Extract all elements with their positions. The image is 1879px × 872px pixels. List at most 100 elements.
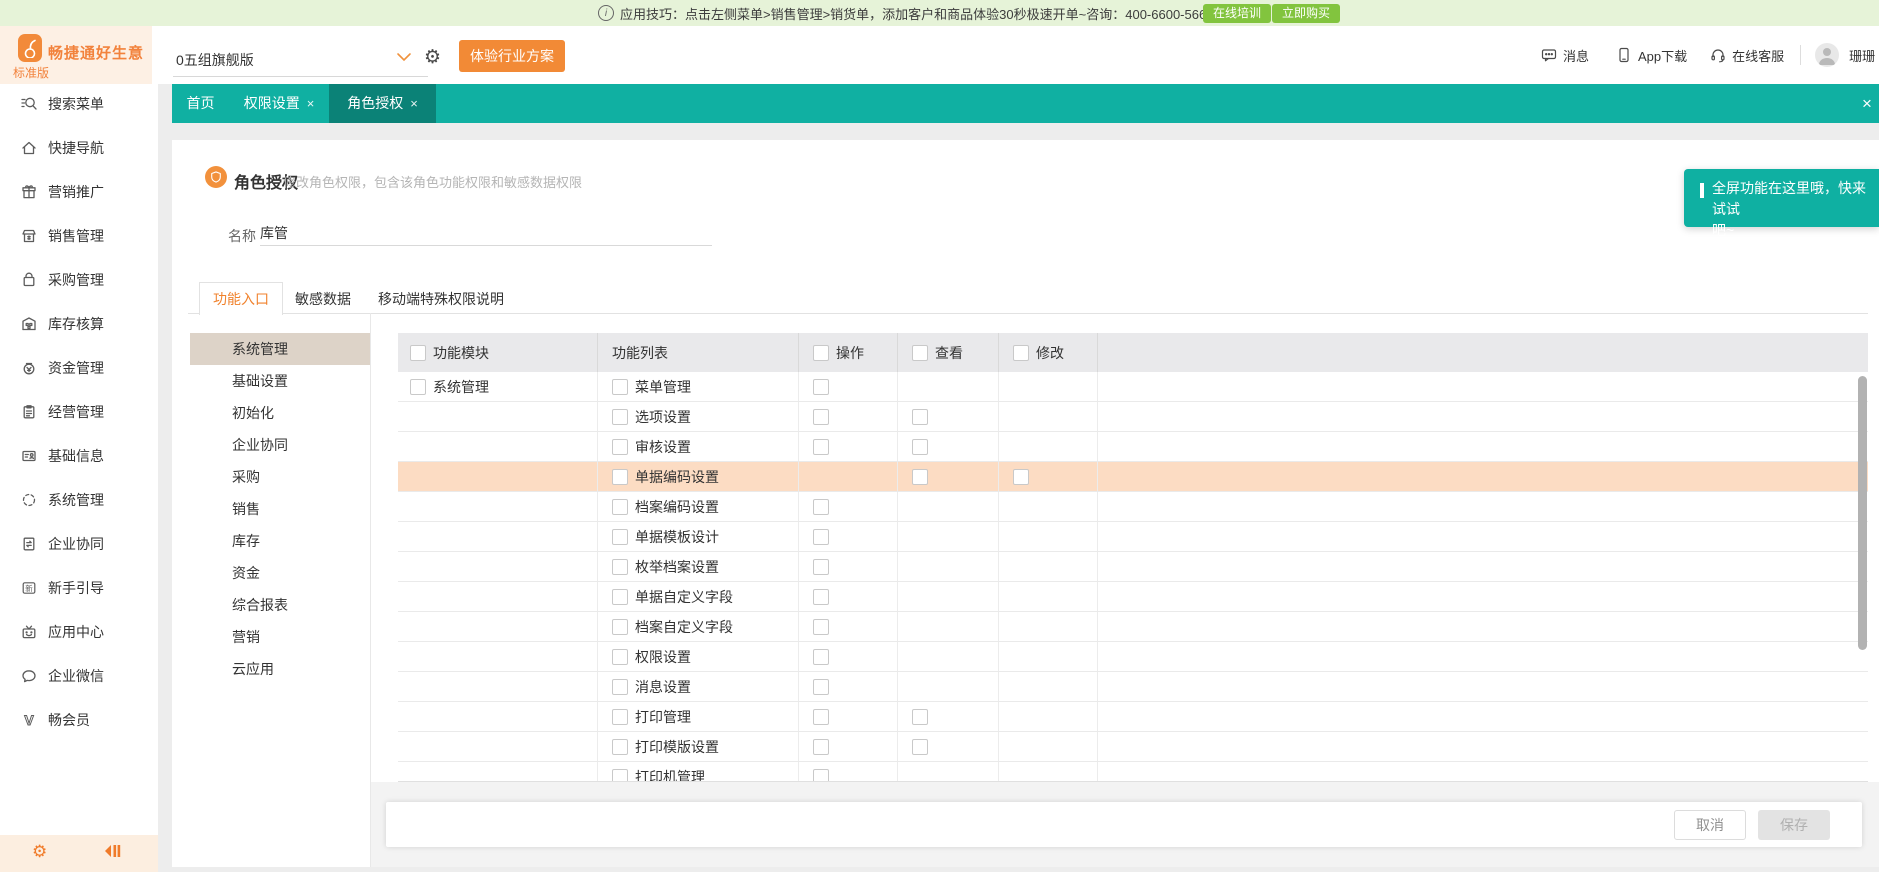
sidebar-item-label: 销售管理: [48, 228, 104, 244]
operate-checkbox[interactable]: [813, 408, 829, 425]
sidebar-item-label: 库存核算: [48, 316, 104, 332]
feature-checkbox[interactable]: [612, 768, 628, 781]
select-all-operate-checkbox[interactable]: [813, 344, 829, 361]
online-service-link[interactable]: 在线客服: [1709, 46, 1784, 65]
sidebar-item-purchase[interactable]: 采购管理: [0, 258, 158, 302]
role-shield-icon: [205, 166, 227, 188]
tab-home[interactable]: 首页: [172, 84, 229, 123]
operate-checkbox[interactable]: [813, 678, 829, 695]
view-checkbox[interactable]: [912, 408, 928, 425]
tab-sensitive-data[interactable]: 敏感数据: [295, 289, 351, 309]
operate-checkbox[interactable]: [813, 558, 829, 575]
user-menu[interactable]: 珊珊: [1815, 43, 1875, 67]
chevron-down-icon[interactable]: [396, 52, 412, 62]
tv-icon: [22, 625, 36, 639]
select-all-edit-checkbox[interactable]: [1013, 344, 1029, 361]
module-item-cloud-apps[interactable]: 云应用: [190, 653, 370, 685]
operate-checkbox[interactable]: [813, 738, 829, 755]
settings-gear-icon[interactable]: ⚙: [424, 47, 441, 69]
view-checkbox[interactable]: [912, 468, 928, 485]
view-checkbox[interactable]: [912, 708, 928, 725]
module-item-reports[interactable]: 综合报表: [190, 589, 370, 621]
app-download-link[interactable]: App下载: [1615, 46, 1687, 65]
feature-checkbox[interactable]: [612, 468, 628, 485]
industry-solution-button[interactable]: 体验行业方案: [459, 40, 565, 72]
operate-checkbox[interactable]: [813, 648, 829, 665]
save-button[interactable]: 保存: [1758, 809, 1830, 840]
feature-checkbox[interactable]: [612, 498, 628, 515]
messages-link[interactable]: 消息: [1540, 46, 1589, 65]
table-scrollbar-thumb[interactable]: [1858, 376, 1867, 650]
module-item-purchase[interactable]: 采购: [190, 461, 370, 493]
role-name-input[interactable]: [260, 220, 712, 246]
module-item-sales[interactable]: 销售: [190, 493, 370, 525]
tab-role-authorization[interactable]: 角色授权 ×: [329, 84, 436, 123]
sidebar-item-marketing[interactable]: 营销推广: [0, 170, 158, 214]
tab-close-icon[interactable]: ×: [410, 84, 418, 123]
tab-function-entry[interactable]: 功能入口: [199, 282, 283, 315]
feature-checkbox[interactable]: [612, 378, 628, 395]
sidebar-item-search-menu[interactable]: 搜索菜单: [0, 82, 158, 126]
feature-checkbox[interactable]: [612, 438, 628, 455]
buy-now-button[interactable]: 立即购买: [1272, 4, 1341, 23]
tab-permission-settings[interactable]: 权限设置 ×: [229, 84, 329, 123]
operate-checkbox[interactable]: [813, 498, 829, 515]
operate-checkbox[interactable]: [813, 618, 829, 635]
module-item-system[interactable]: 系统管理: [190, 333, 370, 365]
operate-checkbox[interactable]: [813, 378, 829, 395]
module-item-basic-settings[interactable]: 基础设置: [190, 365, 370, 397]
action-bar: 取消 保存: [386, 802, 1862, 847]
feature-label: 单据模板设计: [635, 528, 719, 545]
sidebar-item-base-info[interactable]: 基础信息: [0, 434, 158, 478]
feature-checkbox[interactable]: [612, 558, 628, 575]
feature-checkbox[interactable]: [612, 738, 628, 755]
feature-checkbox[interactable]: [612, 528, 628, 545]
feature-checkbox[interactable]: [612, 648, 628, 665]
home-icon: [22, 141, 36, 155]
tab-mobile-permission-note[interactable]: 移动端特殊权限说明: [378, 289, 504, 309]
module-checkbox[interactable]: [410, 378, 426, 395]
org-selector[interactable]: 0五组旗舰版: [176, 50, 254, 70]
close-icon[interactable]: ×: [1855, 84, 1879, 123]
module-item-initialization[interactable]: 初始化: [190, 397, 370, 429]
feature-checkbox[interactable]: [612, 708, 628, 725]
operate-checkbox[interactable]: [813, 768, 829, 781]
sidebar-item-operation[interactable]: 经营管理: [0, 390, 158, 434]
operate-checkbox[interactable]: [813, 588, 829, 605]
sidebar-item-app-center[interactable]: 应用中心: [0, 610, 158, 654]
cancel-button[interactable]: 取消: [1674, 809, 1746, 840]
operate-checkbox[interactable]: [813, 708, 829, 725]
sidebar-item-inventory[interactable]: 库存核算: [0, 302, 158, 346]
sidebar-item-system[interactable]: 系统管理: [0, 478, 158, 522]
module-item-funds[interactable]: 资金: [190, 557, 370, 589]
tab-close-icon[interactable]: ×: [307, 84, 315, 123]
sidebar-item-sales[interactable]: 销售管理: [0, 214, 158, 258]
collapse-sidebar-icon[interactable]: [104, 844, 121, 858]
view-checkbox[interactable]: [912, 438, 928, 455]
online-training-button[interactable]: 在线培训: [1203, 4, 1272, 23]
module-item-inventory[interactable]: 库存: [190, 525, 370, 557]
module-item-collaboration[interactable]: 企业协同: [190, 429, 370, 461]
settings-gear-icon[interactable]: ⚙: [32, 842, 47, 862]
usage-tip: i 应用技巧：点击左侧菜单>销售管理>销货单，添加客户和商品体验30秒极速开单~…: [598, 0, 1206, 26]
sidebar-item-collaboration[interactable]: 企业协同: [0, 522, 158, 566]
module-item-marketing[interactable]: 营销: [190, 621, 370, 653]
sidebar-item-funds[interactable]: 资金管理: [0, 346, 158, 390]
edit-checkbox[interactable]: [1013, 468, 1029, 485]
feature-label: 消息设置: [635, 678, 691, 695]
sidebar-item-member[interactable]: 畅会员: [0, 698, 158, 742]
sidebar-item-quick-nav[interactable]: 快捷导航: [0, 126, 158, 170]
select-all-module-checkbox[interactable]: [410, 344, 426, 361]
clipboard-icon: [23, 405, 35, 419]
sidebar-item-label: 搜索菜单: [48, 96, 104, 112]
feature-checkbox[interactable]: [612, 588, 628, 605]
sidebar-item-wechat-work[interactable]: 企业微信: [0, 654, 158, 698]
operate-checkbox[interactable]: [813, 438, 829, 455]
select-all-view-checkbox[interactable]: [912, 344, 928, 361]
feature-checkbox[interactable]: [612, 678, 628, 695]
feature-checkbox[interactable]: [612, 618, 628, 635]
operate-checkbox[interactable]: [813, 528, 829, 545]
sidebar-item-beginner-guide[interactable]: 新手引导: [0, 566, 158, 610]
feature-checkbox[interactable]: [612, 408, 628, 425]
view-checkbox[interactable]: [912, 738, 928, 755]
